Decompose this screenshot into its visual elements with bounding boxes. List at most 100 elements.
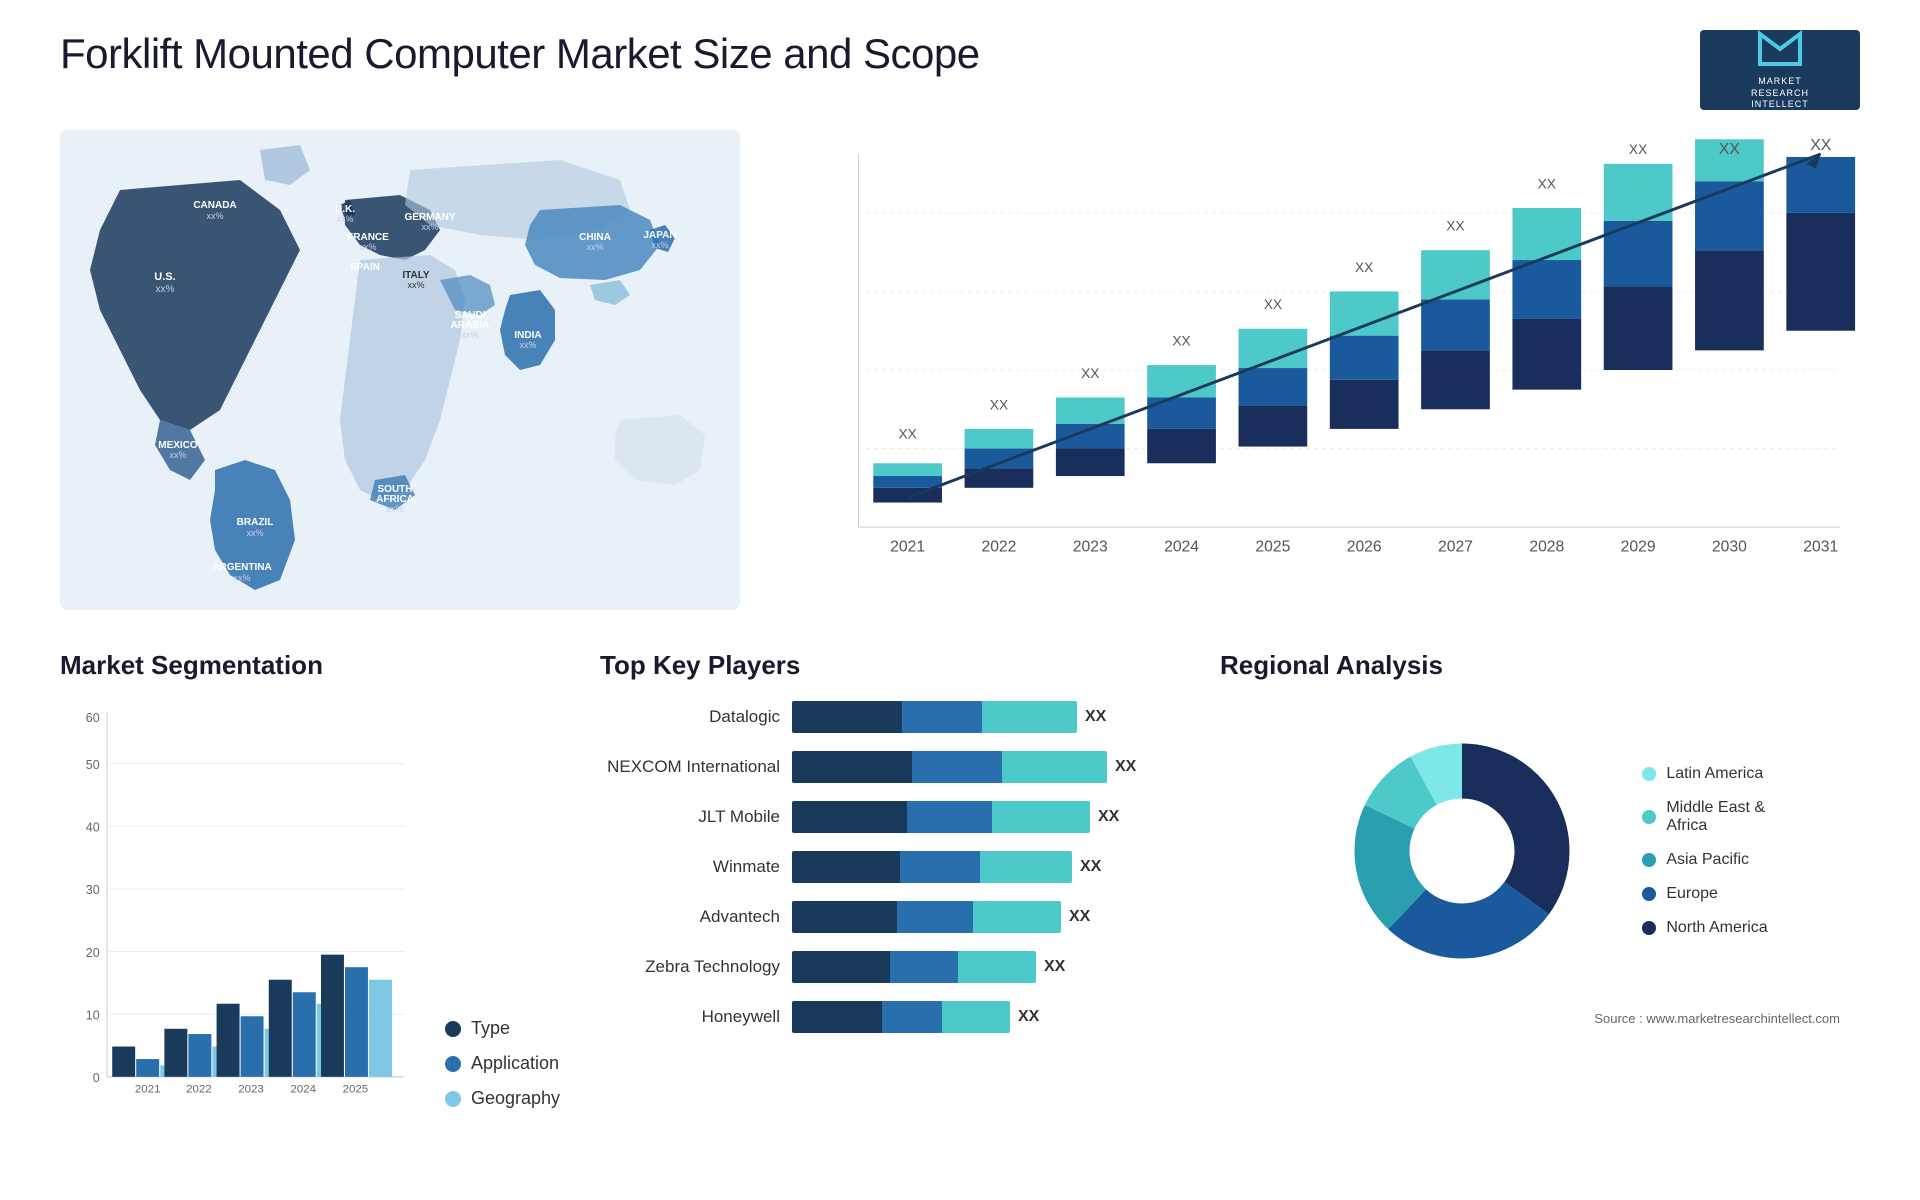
player-bar-area: XX [792, 751, 1180, 783]
svg-text:ARGENTINA: ARGENTINA [212, 562, 271, 573]
regional-title: Regional Analysis [1220, 650, 1860, 681]
svg-text:xx%: xx% [169, 450, 186, 460]
svg-text:XX: XX [1264, 297, 1282, 312]
table-row: Zebra Technology XX [600, 951, 1180, 983]
bar-mid [890, 951, 958, 983]
svg-text:XX: XX [898, 427, 916, 442]
svg-text:2030: 2030 [1712, 539, 1747, 556]
table-row: Winmate XX [600, 851, 1180, 883]
svg-text:2025: 2025 [1255, 539, 1290, 556]
svg-text:2028: 2028 [1529, 539, 1564, 556]
svg-text:XX: XX [1172, 333, 1190, 348]
app-label: Application [471, 1053, 559, 1074]
europe-label: Europe [1666, 885, 1718, 903]
app-dot [445, 1056, 461, 1072]
bar-mid [897, 901, 973, 933]
table-row: Datalogic XX [600, 701, 1180, 733]
svg-text:2029: 2029 [1621, 539, 1656, 556]
bar-mid [912, 751, 1002, 783]
segmentation-title: Market Segmentation [60, 650, 560, 681]
svg-text:2027: 2027 [1438, 539, 1473, 556]
player-bar-area: XX [792, 901, 1180, 933]
player-name: Zebra Technology [600, 957, 780, 977]
svg-text:xx%: xx% [407, 280, 424, 290]
map-container: U.S. xx% CANADA xx% MEXICO xx% BRAZIL xx… [60, 130, 740, 610]
svg-text:xx%: xx% [386, 504, 403, 514]
regional-container: Regional Analysis [1220, 650, 1860, 1170]
player-bar [792, 701, 1077, 733]
bar-value: XX [1085, 708, 1106, 726]
players-container: Top Key Players Datalogic XX NEXCOM Int [600, 650, 1180, 1170]
svg-text:60: 60 [86, 711, 100, 725]
svg-text:2024: 2024 [1164, 539, 1199, 556]
growth-chart-svg: XX XX XX XX XX [780, 130, 1860, 610]
legend-geography: Geography [445, 1088, 560, 1109]
player-bar-area: XX [792, 801, 1180, 833]
bar-dark [792, 801, 907, 833]
svg-text:xx%: xx% [359, 242, 376, 252]
bar-value: XX [1080, 858, 1101, 876]
bar-mid [907, 801, 992, 833]
legend-asia-pacific: Asia Pacific [1642, 851, 1767, 869]
player-name: Winmate [600, 857, 780, 877]
bar-value: XX [1018, 1008, 1039, 1026]
svg-text:U.S.: U.S. [154, 271, 175, 283]
svg-text:XX: XX [1810, 137, 1831, 154]
player-bar-area: XX [792, 1001, 1180, 1033]
bar-dark [792, 951, 890, 983]
svg-text:30: 30 [86, 883, 100, 897]
player-bar [792, 851, 1072, 883]
donut-legend-area: Latin America Middle East &Africa Asia P… [1220, 701, 1860, 1001]
north-america-dot [1642, 921, 1656, 935]
svg-text:XX: XX [1355, 260, 1373, 275]
type-dot [445, 1021, 461, 1037]
bar-value: XX [1069, 908, 1090, 926]
svg-text:XX: XX [1719, 141, 1740, 158]
svg-text:xx%: xx% [246, 528, 263, 538]
svg-text:xx%: xx% [519, 340, 536, 350]
player-bar [792, 951, 1036, 983]
svg-text:CANADA: CANADA [193, 200, 236, 211]
svg-text:xx%: xx% [336, 214, 353, 224]
svg-text:XX: XX [1446, 219, 1464, 234]
bar-value: XX [1098, 808, 1119, 826]
mea-label: Middle East &Africa [1666, 799, 1765, 835]
page-title: Forklift Mounted Computer Market Size an… [60, 30, 980, 78]
segmentation-chart: 0 10 20 30 40 50 60 [60, 701, 415, 1139]
svg-text:xx%: xx% [156, 284, 175, 295]
bar-value: XX [1115, 758, 1136, 776]
svg-text:50: 50 [86, 758, 100, 772]
bar-dark [792, 901, 897, 933]
bar-mid [902, 701, 982, 733]
svg-text:2023: 2023 [1073, 539, 1108, 556]
player-name: Advantech [600, 907, 780, 927]
bar-dark [792, 751, 912, 783]
mea-dot [1642, 810, 1656, 824]
geo-label: Geography [471, 1088, 560, 1109]
svg-text:2025: 2025 [343, 1083, 369, 1095]
regional-legend: Latin America Middle East &Africa Asia P… [1642, 765, 1767, 937]
svg-text:XX: XX [1081, 366, 1099, 381]
player-name: Datalogic [600, 707, 780, 727]
svg-text:2031: 2031 [1803, 539, 1838, 556]
svg-text:XX: XX [1629, 142, 1647, 157]
bar-light [958, 951, 1036, 983]
asia-pacific-label: Asia Pacific [1666, 851, 1749, 869]
legend-latin-america: Latin America [1642, 765, 1767, 783]
svg-text:20: 20 [86, 946, 100, 960]
svg-text:40: 40 [86, 820, 100, 834]
svg-text:0: 0 [93, 1071, 100, 1085]
table-row: NEXCOM International XX [600, 751, 1180, 783]
player-bar [792, 751, 1107, 783]
svg-text:xx%: xx% [233, 573, 250, 583]
world-map-svg: U.S. xx% CANADA xx% MEXICO xx% BRAZIL xx… [60, 130, 740, 610]
seg-legend: Type Application Geography [425, 1018, 560, 1139]
legend-type: Type [445, 1018, 560, 1039]
latin-america-label: Latin America [1666, 765, 1763, 783]
table-row: Advantech XX [600, 901, 1180, 933]
bar-light [1002, 751, 1107, 783]
svg-text:xx%: xx% [651, 240, 668, 250]
bar-light [982, 701, 1077, 733]
svg-text:xx%: xx% [421, 222, 438, 232]
type-label: Type [471, 1018, 510, 1039]
